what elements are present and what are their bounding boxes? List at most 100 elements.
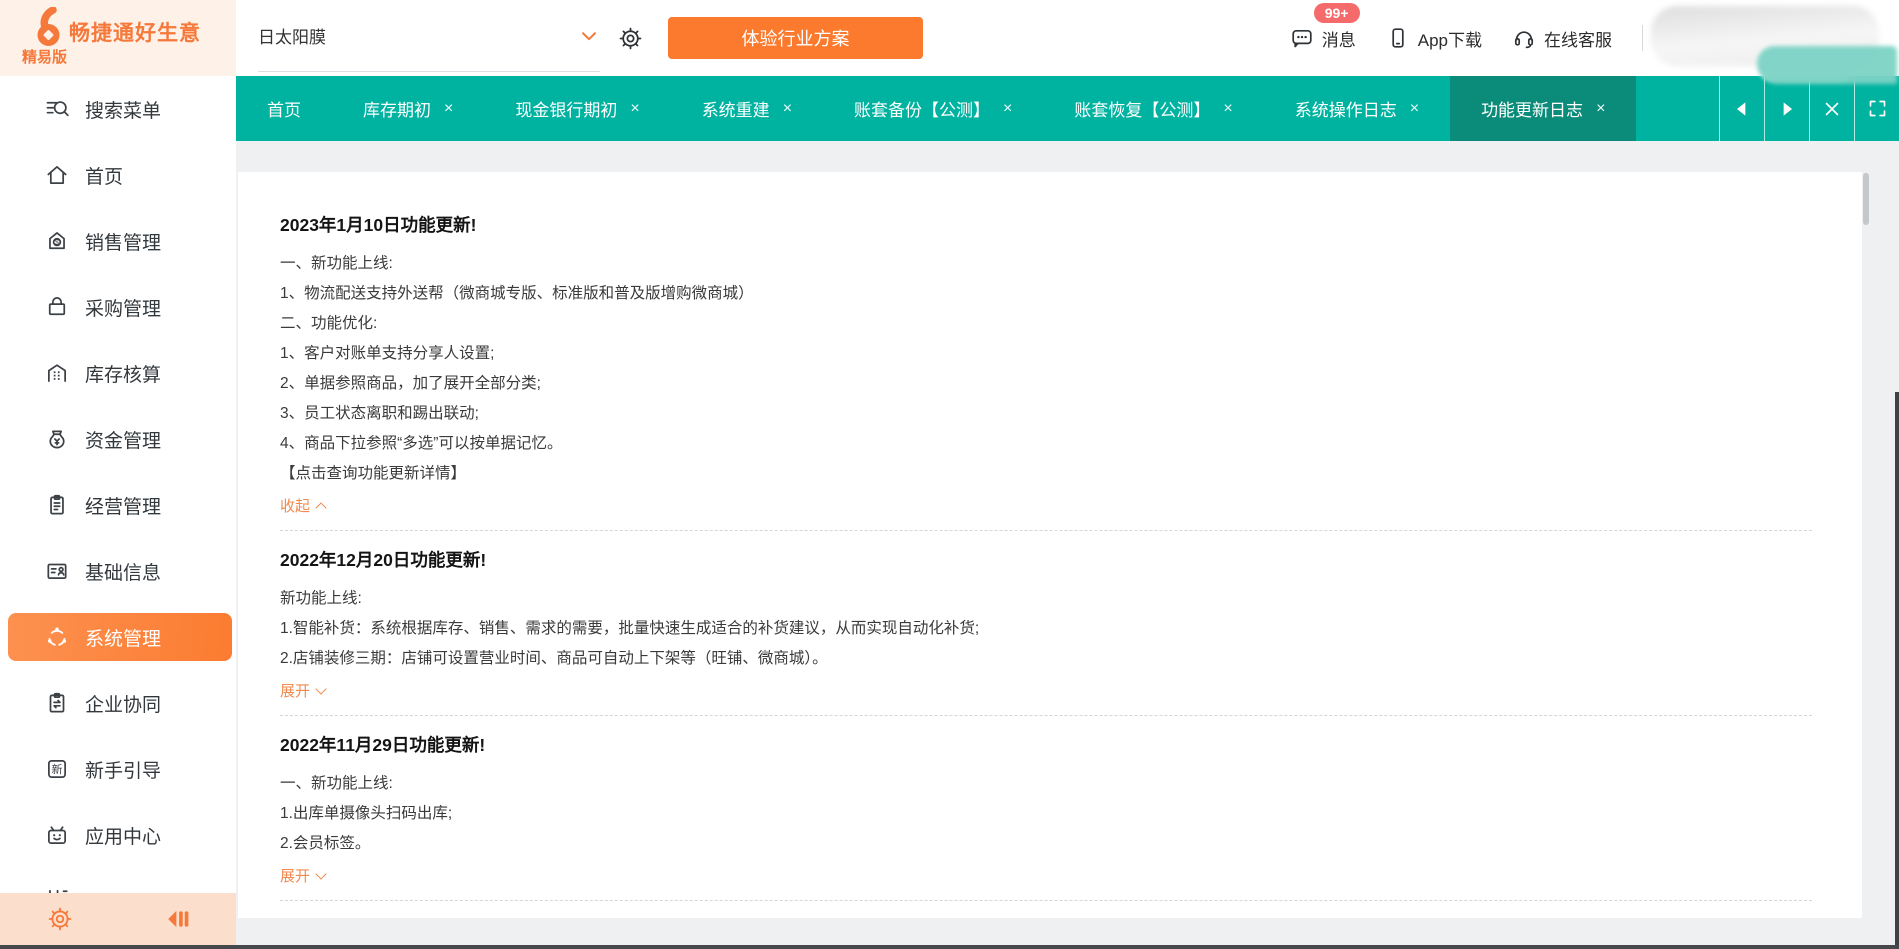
tab[interactable]: 库存期初 × (332, 76, 484, 141)
tab[interactable]: 账套备份【公测】 × (823, 76, 1043, 141)
tab-controls (1719, 76, 1899, 141)
user-avatar-blurred[interactable] (1651, 4, 1897, 84)
tab[interactable]: 系统重建 × (671, 76, 823, 141)
section-toggle-link[interactable]: 收起 (280, 495, 327, 516)
avatar-blur-shape-teal (1757, 46, 1897, 84)
sidebar-item-label: 新手引导 (85, 760, 162, 782)
update-line: 3、员工状态离职和踢出联动; (280, 405, 479, 422)
sidebar-item-icon (44, 294, 70, 320)
update-section-title: 2023年1月10日功能更新! (280, 215, 477, 235)
message-bubble-icon (1290, 26, 1314, 50)
update-section: 2023年1月10日功能更新! 一、新功能上线: 1、物流配送支持外送帮（微商城专… (280, 212, 1812, 531)
topbar-actions: 消息 99+ App下载 在线客服 (1290, 0, 1643, 76)
update-line: 一、新功能上线: (280, 775, 393, 792)
messages-button[interactable]: 消息 99+ (1290, 2, 1360, 51)
sidebar-footer (0, 893, 236, 945)
vertical-scrollbar[interactable] (1863, 173, 1869, 225)
tab[interactable]: 系统操作日志 × (1264, 76, 1450, 141)
sidebar-menu: 搜索菜单 首页 销售管理 采购管理 库存核算 资金管理 经营管理 基础信息 系统… (0, 76, 236, 893)
fullscreen-button[interactable] (1854, 76, 1899, 141)
sidebar-item-icon (44, 888, 70, 893)
sidebar-item[interactable]: 采购管理 (0, 274, 236, 340)
sidebar-item-icon (44, 624, 70, 650)
update-line: 2、单据参照商品，加了展开全部分类; (280, 375, 541, 392)
app-title: 畅捷通好生意 (69, 22, 201, 45)
update-line[interactable]: 【点击查询功能更新详情】 (280, 459, 1812, 489)
tab-close-icon[interactable]: × (1596, 100, 1605, 117)
tab-label: 现金银行期初 (515, 101, 618, 120)
tab[interactable]: 账套恢复【公测】 × (1043, 76, 1263, 141)
topbar: 畅捷通好生意 精易版 日太阳膜 体验行业方案 消息 99+ App下载 在线客服 (0, 0, 1899, 84)
update-line: 新功能上线: (280, 590, 362, 607)
sidebar-item[interactable]: 企业协同 (0, 670, 236, 736)
tab-close-icon[interactable]: × (630, 100, 639, 117)
sidebar-item-label: 系统管理 (85, 628, 162, 650)
update-section-title: 2022年12月20日功能更新! (280, 550, 487, 570)
section-divider (280, 715, 1812, 716)
logo-area: 畅捷通好生意 精易版 (0, 0, 236, 76)
update-section-lines: 新功能上线: 1.智能补货：系统根据库存、销售、需求的需要，批量快速生成适合的补货… (280, 584, 1812, 674)
update-line: 二、功能优化: (280, 315, 378, 332)
tabs-close-all-button[interactable] (1809, 76, 1854, 141)
tab-close-icon[interactable]: × (1003, 100, 1012, 117)
chevron-icon (315, 867, 327, 880)
tab[interactable]: 现金银行期初 × (484, 76, 670, 141)
sidebar-item-label: 资金管理 (85, 430, 162, 452)
sidebar-item[interactable]: 应用中心 (0, 802, 236, 868)
online-service-label: 在线客服 (1544, 30, 1612, 50)
sidebar-item[interactable]: 库存核算 (0, 340, 236, 406)
account-set-select[interactable]: 日太阳膜 (258, 0, 600, 72)
settings-gear-icon[interactable] (618, 26, 643, 51)
tab[interactable]: 首页 (236, 76, 332, 141)
section-toggle-link[interactable]: 展开 (280, 865, 327, 886)
sidebar-settings-gear-icon[interactable] (47, 906, 73, 932)
sidebar-item[interactable]: 首页 (0, 142, 236, 208)
update-line: 4、商品下拉参照“多选”可以按单据记忆。 (280, 435, 563, 452)
tab-label: 库存期初 (363, 101, 431, 120)
section-toggle-label: 展开 (280, 868, 311, 885)
main-area: 2023年1月10日功能更新! 一、新功能上线: 1、物流配送支持外送帮（微商城专… (236, 141, 1899, 949)
sidebar-item-icon (44, 360, 70, 386)
sidebar-item-label: 首页 (85, 166, 124, 188)
section-toggle-label: 收起 (280, 498, 311, 515)
sidebar-item-icon (44, 558, 70, 584)
tab-label: 功能更新日志 (1481, 101, 1584, 120)
tab-label: 系统重建 (701, 101, 770, 120)
tab-close-icon[interactable]: × (444, 100, 453, 117)
tabs-next-button[interactable] (1764, 76, 1809, 141)
sidebar-item[interactable] (0, 868, 236, 893)
tab-close-icon[interactable]: × (783, 100, 792, 117)
sidebar-item[interactable]: 经营管理 (0, 472, 236, 538)
tabs-prev-button[interactable] (1719, 76, 1764, 141)
update-line: 1.出库单摄像头扫码出库; (280, 805, 453, 822)
sidebar-item[interactable]: 系统管理 (0, 604, 236, 670)
screen-edge-bottom (0, 945, 1899, 949)
sidebar-item-label: 销售管理 (85, 232, 162, 254)
sidebar-item-icon (44, 162, 70, 188)
tab-close-icon[interactable]: × (1223, 100, 1232, 117)
account-set-value: 日太阳膜 (258, 28, 326, 47)
tab-close-icon[interactable]: × (1410, 100, 1419, 117)
sidebar-item-icon (44, 822, 70, 848)
tab-label: 系统操作日志 (1294, 101, 1397, 120)
online-service-button[interactable]: 在线客服 (1512, 26, 1612, 51)
app-logo-icon (30, 7, 66, 49)
sidebar-item[interactable]: 销售管理 (0, 208, 236, 274)
tab-label: 账套备份【公测】 (854, 101, 991, 120)
sidebar-item-icon (44, 426, 70, 452)
messages-count-badge: 99+ (1313, 2, 1360, 23)
sidebar-item[interactable]: 基础信息 (0, 538, 236, 604)
sidebar-item[interactable]: 新手引导 (0, 736, 236, 802)
sidebar-item[interactable]: 搜索菜单 (0, 76, 236, 142)
sidebar-collapse-icon[interactable] (165, 906, 191, 932)
app-download-button[interactable]: App下载 (1386, 26, 1482, 51)
tab[interactable]: 功能更新日志 × (1450, 76, 1637, 141)
sidebar-item-label: 经营管理 (85, 496, 162, 518)
trial-industry-plan-button[interactable]: 体验行业方案 (668, 17, 923, 59)
update-section-lines: 一、新功能上线: 1、物流配送支持外送帮（微商城专版、标准版和普及版增购微商城） 二… (280, 249, 1812, 489)
section-toggle-link[interactable]: 展开 (280, 680, 327, 701)
chevron-icon (315, 682, 327, 695)
update-section: 2022年12月20日功能更新! 新功能上线: 1.智能补货：系统根据库存、销售、… (280, 547, 1812, 716)
sidebar-item[interactable]: 资金管理 (0, 406, 236, 472)
phone-icon (1386, 26, 1410, 50)
